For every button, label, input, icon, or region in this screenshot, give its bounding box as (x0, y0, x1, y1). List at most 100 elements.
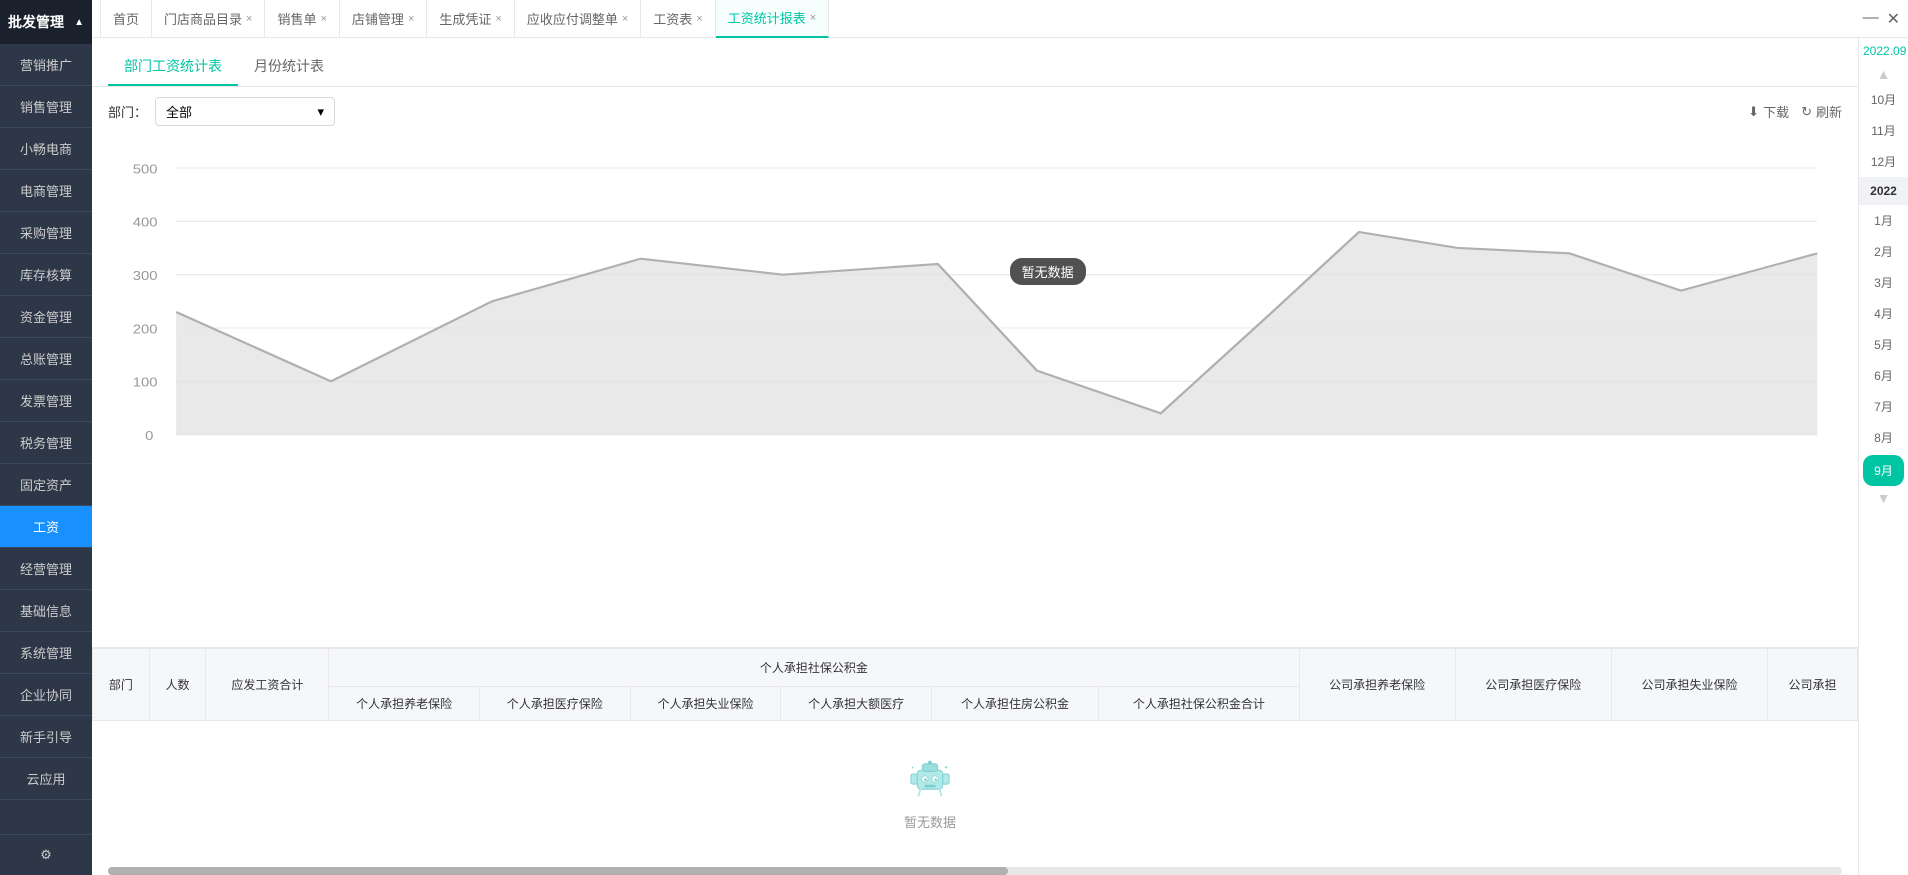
sidebar-footer-settings[interactable]: ⚙ (0, 834, 92, 875)
col-company-medical: 公司承担医疗保险 (1455, 649, 1611, 721)
close-tab-receivable-icon[interactable]: × (622, 13, 628, 25)
sidebar-item-ecommerce-small[interactable]: 小畅电商 (0, 128, 92, 170)
sidebar-header[interactable]: 批发管理 ▲ (0, 0, 92, 44)
sidebar-item-guide[interactable]: 新手引导 (0, 716, 92, 758)
dept-select-value: 全部 (166, 102, 192, 121)
timeline-item[interactable]: 4月 (1859, 298, 1908, 329)
top-tab-store-mgmt[interactable]: 店铺管理× (340, 0, 427, 38)
sub-tabs: 部门工资统计表月份统计表 (92, 38, 1858, 87)
timeline-item[interactable]: 8月 (1859, 422, 1908, 453)
close-tab-store-mgmt-icon[interactable]: × (408, 13, 414, 25)
minimize-icon[interactable]: — (1863, 9, 1879, 29)
col-count: 人数 (149, 649, 206, 721)
close-tab-payroll-report-icon[interactable]: × (810, 12, 816, 24)
sidebar-title: 批发管理 (8, 12, 64, 32)
refresh-button[interactable]: ↻ 刷新 (1801, 102, 1842, 121)
sidebar-item-tax[interactable]: 税务管理 (0, 422, 92, 464)
top-tab-catalog[interactable]: 门店商品目录× (152, 0, 265, 38)
sidebar-item-salary[interactable]: 工资 (0, 506, 92, 548)
top-tab-payroll-report[interactable]: 工资统计报表× (716, 0, 829, 38)
download-icon: ⬇ (1748, 104, 1759, 120)
chevron-down-icon: ▾ (317, 104, 324, 120)
col-company-pension: 公司承担养老保险 (1299, 649, 1455, 721)
col-personal-total: 个人承担社保公积金合计 (1099, 687, 1299, 721)
sub-tab-dept-stats[interactable]: 部门工资统计表 (108, 48, 238, 86)
sidebar: 批发管理 ▲ 营销推广销售管理小畅电商电商管理采购管理库存核算资金管理总账管理发… (0, 0, 92, 875)
top-tab-generate-voucher[interactable]: 生成凭证× (427, 0, 514, 38)
timeline-current[interactable]: 2022.09 (1859, 38, 1908, 64)
svg-text:✦: ✦ (944, 765, 948, 771)
top-tab-receivable[interactable]: 应收应付调整单× (515, 0, 641, 38)
svg-text:0: 0 (145, 428, 154, 443)
timeline-item[interactable]: 2月 (1859, 236, 1908, 267)
timeline-item-active[interactable]: 9月 (1863, 455, 1904, 486)
top-tab-sales-order[interactable]: 销售单× (265, 0, 339, 38)
refresh-icon: ↻ (1801, 104, 1812, 120)
timeline-item[interactable]: 12月 (1859, 146, 1908, 177)
main-area: 首页门店商品目录×销售单×店铺管理×生成凭证×应收应付调整单×工资表×工资统计报… (92, 0, 1908, 875)
timeline-down-arrow[interactable]: ▼ (1859, 488, 1908, 508)
sidebar-item-cloud[interactable]: 云应用 (0, 758, 92, 800)
close-tab-sales-order-icon[interactable]: × (320, 13, 326, 25)
timeline-up-arrow[interactable]: ▲ (1859, 64, 1908, 84)
data-table: 部门 人数 应发工资合计 个人承担社保公积金 公司承担养老保险 公司承担医疗保险… (92, 648, 1858, 861)
timeline-item[interactable]: 7月 (1859, 391, 1908, 422)
sidebar-item-sales[interactable]: 销售管理 (0, 86, 92, 128)
table-scrollbar[interactable] (108, 867, 1842, 875)
timeline-item[interactable]: 3月 (1859, 267, 1908, 298)
timeline-item[interactable]: 11月 (1859, 115, 1908, 146)
sidebar-item-invoice[interactable]: 发票管理 (0, 380, 92, 422)
svg-text:500: 500 (133, 161, 158, 176)
chart-area: 0 100 200 300 400 500 (92, 136, 1858, 647)
col-company-other: 公司承担 (1768, 649, 1858, 721)
sidebar-item-basic[interactable]: 基础信息 (0, 590, 92, 632)
table-area[interactable]: 部门 人数 应发工资合计 个人承担社保公积金 公司承担养老保险 公司承担医疗保险… (92, 647, 1858, 867)
sidebar-item-assets[interactable]: 固定资产 (0, 464, 92, 506)
sidebar-item-purchase[interactable]: 采购管理 (0, 212, 92, 254)
col-personal-pension: 个人承担养老保险 (329, 687, 480, 721)
chart-tooltip: 暂无数据 (1010, 258, 1086, 285)
top-nav-actions: — ✕ (1863, 9, 1900, 29)
col-personal-insurance: 个人承担社保公积金 (329, 649, 1299, 687)
download-button[interactable]: ⬇ 下载 (1748, 102, 1789, 121)
download-label: 下载 (1763, 102, 1789, 121)
empty-row: ✦ ✦ 暂无数据 (93, 721, 1858, 862)
timeline-item[interactable]: 5月 (1859, 329, 1908, 360)
close-tab-catalog-icon[interactable]: × (246, 13, 252, 25)
sidebar-item-system[interactable]: 系统管理 (0, 632, 92, 674)
col-salary: 应发工资合计 (206, 649, 329, 721)
sidebar-item-operations[interactable]: 经营管理 (0, 548, 92, 590)
sidebar-item-ledger[interactable]: 总账管理 (0, 338, 92, 380)
timeline-item[interactable]: 1月 (1859, 205, 1908, 236)
robot-icon: ✦ ✦ (895, 751, 965, 802)
sidebar-item-finance[interactable]: 资金管理 (0, 296, 92, 338)
svg-text:✦: ✦ (911, 766, 915, 770)
close-tab-payroll-icon[interactable]: × (696, 13, 702, 25)
timeline-year[interactable]: 2022 (1859, 177, 1908, 205)
close-all-icon[interactable]: ✕ (1887, 9, 1900, 29)
page-content: 部门工资统计表月份统计表 部门： 全部 ▾ ⬇ 下载 ↻ (92, 38, 1858, 875)
col-personal-major-medical: 个人承担大额医疗 (781, 687, 932, 721)
col-dept: 部门 (93, 649, 150, 721)
timeline-item[interactable]: 10月 (1859, 84, 1908, 115)
top-tab-home[interactable]: 首页 (100, 0, 152, 38)
toolbar-right: ⬇ 下载 ↻ 刷新 (1748, 102, 1842, 121)
sidebar-item-marketing[interactable]: 营销推广 (0, 44, 92, 86)
empty-state: ✦ ✦ 暂无数据 (93, 721, 1768, 861)
dept-select[interactable]: 全部 ▾ (155, 97, 335, 126)
svg-text:400: 400 (133, 215, 158, 230)
timeline-item[interactable]: 6月 (1859, 360, 1908, 391)
top-tabs: 首页门店商品目录×销售单×店铺管理×生成凭证×应收应付调整单×工资表×工资统计报… (92, 0, 1908, 38)
sidebar-item-collab[interactable]: 企业协同 (0, 674, 92, 716)
close-tab-generate-voucher-icon[interactable]: × (495, 13, 501, 25)
table-scrollbar-thumb[interactable] (108, 867, 1008, 875)
empty-text: 暂无数据 (904, 812, 956, 831)
chart-svg: 0 100 200 300 400 500 (108, 136, 1842, 456)
top-tab-payroll[interactable]: 工资表× (641, 0, 715, 38)
col-personal-medical: 个人承担医疗保险 (479, 687, 630, 721)
sub-tab-monthly-stats[interactable]: 月份统计表 (238, 48, 340, 86)
toolbar: 部门： 全部 ▾ ⬇ 下载 ↻ 刷新 (92, 87, 1858, 136)
sidebar-item-inventory[interactable]: 库存核算 (0, 254, 92, 296)
sidebar-item-ecommerce[interactable]: 电商管理 (0, 170, 92, 212)
chart-container: 0 100 200 300 400 500 (108, 136, 1842, 456)
